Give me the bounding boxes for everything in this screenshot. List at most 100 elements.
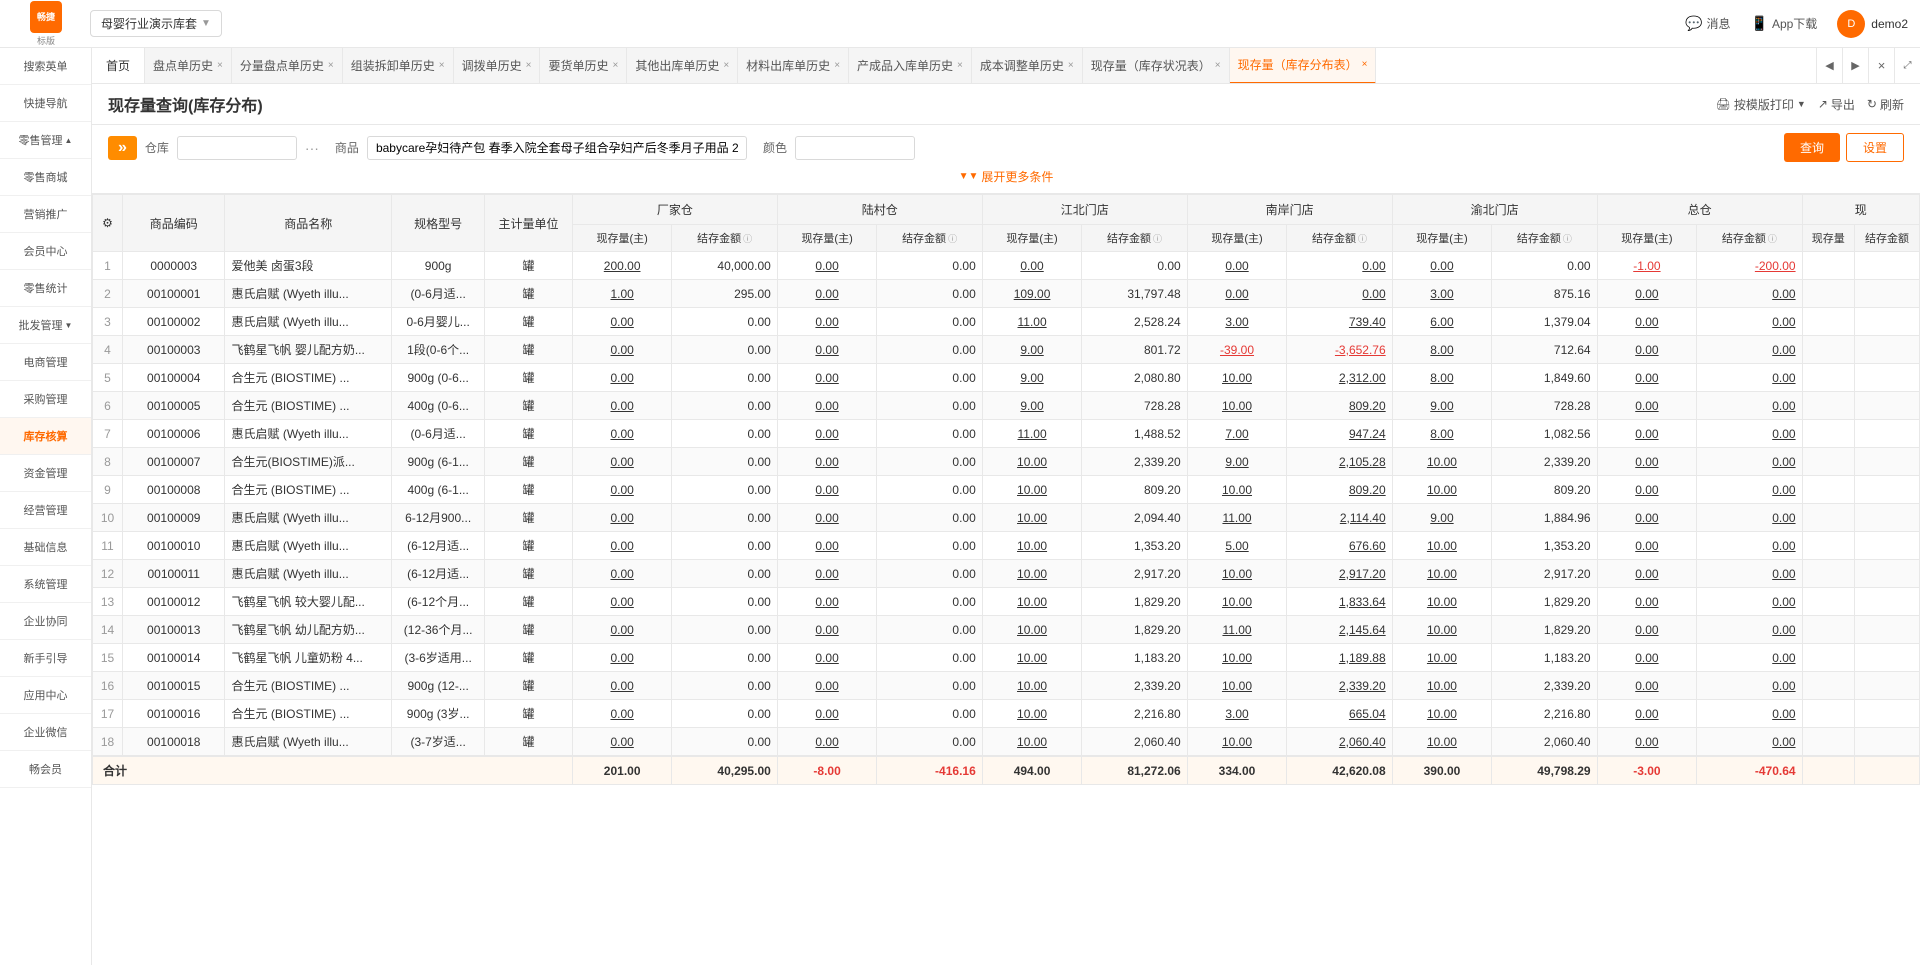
row-na-qty[interactable]: 10.00: [1187, 728, 1287, 757]
row-jb-qty[interactable]: 10.00: [982, 728, 1082, 757]
row-total-qty[interactable]: 0.00: [1597, 644, 1697, 672]
row-total-qty[interactable]: 0.00: [1597, 532, 1697, 560]
tab-close-4[interactable]: ×: [526, 60, 532, 71]
row-lc-qty[interactable]: 0.00: [777, 476, 877, 504]
sidebar-item-member[interactable]: 会员中心: [0, 233, 91, 270]
sidebar-item-shortcut[interactable]: 快捷导航: [0, 85, 91, 122]
tab-close-3[interactable]: ×: [439, 60, 445, 71]
row-fj-qty[interactable]: 0.00: [572, 728, 672, 757]
row-total-qty[interactable]: 0.00: [1597, 364, 1697, 392]
sidebar-item-enterprise[interactable]: 企业协同: [0, 603, 91, 640]
tab-close-2[interactable]: ×: [328, 60, 334, 71]
sidebar-item-ecommerce[interactable]: 电商管理: [0, 344, 91, 381]
row-fj-qty[interactable]: 0.00: [572, 588, 672, 616]
row-na-qty[interactable]: 0.00: [1187, 280, 1287, 308]
expand-filter-btn[interactable]: »: [108, 136, 137, 160]
row-na-qty[interactable]: 0.00: [1187, 252, 1287, 280]
more-conditions[interactable]: ▼▼ 展开更多条件: [108, 168, 1904, 185]
app-download-btn[interactable]: 📱 App下载: [1751, 15, 1818, 32]
row-yb-qty[interactable]: 10.00: [1392, 476, 1492, 504]
row-yb-qty[interactable]: 10.00: [1392, 588, 1492, 616]
row-fj-qty[interactable]: 0.00: [572, 336, 672, 364]
tab-expand-btn[interactable]: ⤢: [1894, 48, 1920, 84]
search-button[interactable]: 查询: [1784, 133, 1840, 162]
row-yb-qty[interactable]: 10.00: [1392, 532, 1492, 560]
row-lc-qty[interactable]: 0.00: [777, 504, 877, 532]
row-na-qty[interactable]: 10.00: [1187, 364, 1287, 392]
sidebar-item-marketing[interactable]: 营销推广: [0, 196, 91, 233]
tab-finished-in[interactable]: 产成品入库单历史 ×: [849, 48, 972, 84]
row-jb-qty[interactable]: 10.00: [982, 448, 1082, 476]
row-lc-qty[interactable]: 0.00: [777, 364, 877, 392]
row-lc-qty[interactable]: 0.00: [777, 532, 877, 560]
row-total-qty[interactable]: 0.00: [1597, 588, 1697, 616]
row-na-qty[interactable]: 11.00: [1187, 616, 1287, 644]
settings-button[interactable]: 设置: [1846, 133, 1904, 162]
row-jb-qty[interactable]: 10.00: [982, 644, 1082, 672]
row-yb-qty[interactable]: 8.00: [1392, 336, 1492, 364]
tab-stocktake-sub[interactable]: 分量盘点单历史 ×: [232, 48, 343, 84]
row-total-qty[interactable]: 0.00: [1597, 280, 1697, 308]
row-jb-qty[interactable]: 10.00: [982, 476, 1082, 504]
tab-requisition[interactable]: 要货单历史 ×: [540, 48, 627, 84]
sidebar-item-retail-mgmt[interactable]: 零售管理 ▲: [0, 122, 91, 159]
sidebar-item-retail-stats[interactable]: 零售统计: [0, 270, 91, 307]
row-total-qty[interactable]: 0.00: [1597, 560, 1697, 588]
row-na-qty[interactable]: 10.00: [1187, 560, 1287, 588]
row-na-qty[interactable]: 11.00: [1187, 504, 1287, 532]
row-total-qty[interactable]: -1.00: [1597, 252, 1697, 280]
row-lc-qty[interactable]: 0.00: [777, 448, 877, 476]
tab-close-5[interactable]: ×: [612, 60, 618, 71]
col-settings[interactable]: ⚙: [93, 195, 123, 252]
row-total-qty[interactable]: 0.00: [1597, 616, 1697, 644]
row-na-qty[interactable]: 5.00: [1187, 532, 1287, 560]
message-btn[interactable]: 💬 消息: [1685, 15, 1730, 32]
row-lc-qty[interactable]: 0.00: [777, 728, 877, 757]
row-total-qty[interactable]: 0.00: [1597, 392, 1697, 420]
sidebar-item-wholesale[interactable]: 批发管理 ▼: [0, 307, 91, 344]
tab-close-11[interactable]: ×: [1362, 59, 1368, 70]
row-lc-qty[interactable]: 0.00: [777, 252, 877, 280]
sidebar-item-finance[interactable]: 资金管理: [0, 455, 91, 492]
row-lc-qty[interactable]: 0.00: [777, 420, 877, 448]
row-na-qty[interactable]: -39.00: [1187, 336, 1287, 364]
tab-close-10[interactable]: ×: [1215, 60, 1221, 71]
row-fj-qty[interactable]: 0.00: [572, 476, 672, 504]
tab-close-8[interactable]: ×: [957, 60, 963, 71]
row-total-qty[interactable]: 0.00: [1597, 308, 1697, 336]
row-yb-qty[interactable]: 10.00: [1392, 560, 1492, 588]
row-lc-qty[interactable]: 0.00: [777, 700, 877, 728]
row-lc-qty[interactable]: 0.00: [777, 336, 877, 364]
row-lc-qty[interactable]: 0.00: [777, 280, 877, 308]
print-btn[interactable]: 🖨 按模版打印 ▼: [1716, 96, 1806, 113]
row-yb-qty[interactable]: 10.00: [1392, 448, 1492, 476]
row-jb-qty[interactable]: 10.00: [982, 700, 1082, 728]
row-yb-qty[interactable]: 3.00: [1392, 280, 1492, 308]
row-na-qty[interactable]: 7.00: [1187, 420, 1287, 448]
row-total-qty[interactable]: 0.00: [1597, 448, 1697, 476]
tab-home[interactable]: 首页: [92, 48, 145, 84]
row-fj-qty[interactable]: 0.00: [572, 308, 672, 336]
row-fj-qty[interactable]: 0.00: [572, 420, 672, 448]
row-fj-qty[interactable]: 200.00: [572, 252, 672, 280]
row-fj-qty[interactable]: 0.00: [572, 672, 672, 700]
row-na-qty[interactable]: 10.00: [1187, 644, 1287, 672]
row-fj-qty[interactable]: 1.00: [572, 280, 672, 308]
sidebar-item-operations[interactable]: 经营管理: [0, 492, 91, 529]
row-lc-qty[interactable]: 0.00: [777, 672, 877, 700]
row-jb-qty[interactable]: 10.00: [982, 672, 1082, 700]
row-jb-qty[interactable]: 9.00: [982, 336, 1082, 364]
row-fj-qty[interactable]: 0.00: [572, 392, 672, 420]
row-yb-qty[interactable]: 8.00: [1392, 364, 1492, 392]
row-yb-qty[interactable]: 6.00: [1392, 308, 1492, 336]
settings-gear-icon[interactable]: ⚙: [102, 216, 113, 230]
goods-filter-input[interactable]: [367, 136, 747, 160]
row-yb-qty[interactable]: 10.00: [1392, 728, 1492, 757]
row-lc-qty[interactable]: 0.00: [777, 644, 877, 672]
row-yb-qty[interactable]: 0.00: [1392, 252, 1492, 280]
tab-close-1[interactable]: ×: [217, 60, 223, 71]
row-fj-qty[interactable]: 0.00: [572, 700, 672, 728]
row-jb-qty[interactable]: 10.00: [982, 588, 1082, 616]
sidebar-item-basics[interactable]: 基础信息: [0, 529, 91, 566]
sidebar-item-enterprise-wechat[interactable]: 企业微信: [0, 714, 91, 751]
